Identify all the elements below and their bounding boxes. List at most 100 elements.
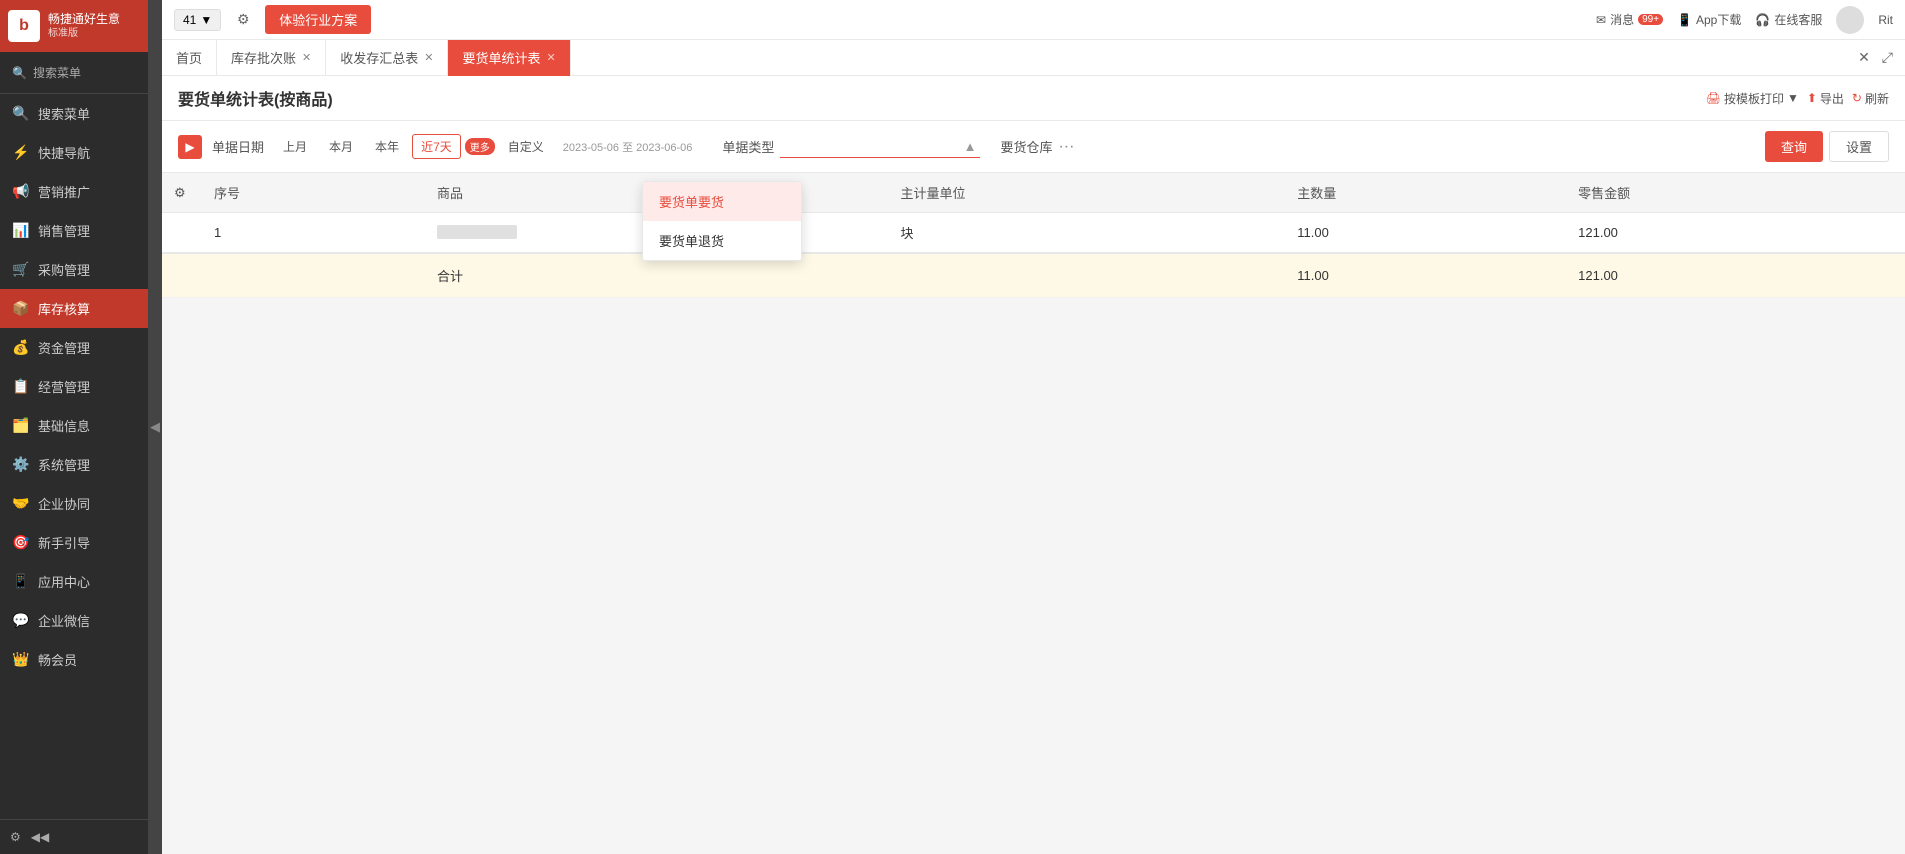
- warehouse-filter-label: 要货仓库: [1000, 137, 1052, 156]
- type-filter-select[interactable]: ▲: [780, 136, 980, 158]
- date-last-month-button[interactable]: 上月: [274, 134, 316, 159]
- sidebar-item-quicknav[interactable]: ⚡快捷导航: [0, 133, 148, 172]
- tab-home[interactable]: 首页: [162, 40, 217, 76]
- refresh-icon: ↻: [1852, 91, 1862, 105]
- print-button[interactable]: 🖨 按模板打印 ▼: [1706, 90, 1799, 107]
- topbar-settings-button[interactable]: ⚙: [229, 6, 257, 34]
- dropdown-item-return[interactable]: 要货单退货: [643, 221, 801, 260]
- dropdown-item-order[interactable]: 要货单要货: [643, 182, 801, 221]
- col-unit: 主计量单位: [889, 173, 1286, 213]
- date-custom-button[interactable]: 自定义: [499, 134, 553, 159]
- tab-label: 首页: [176, 48, 202, 67]
- sidebar-item-apps[interactable]: 📱应用中心: [0, 562, 148, 601]
- main-area: 41 ▼ ⚙ 体验行业方案 ✉ 消息 99+ 📱 App下载 🎧 在线客服: [162, 0, 1905, 854]
- tab-switcher[interactable]: 41 ▼: [174, 9, 221, 31]
- apps-icon: 📱: [12, 573, 30, 590]
- sidebar-item-label: 资金管理: [38, 338, 90, 357]
- warehouse-more-button[interactable]: ···: [1058, 138, 1074, 156]
- search-icon: 🔍: [12, 66, 27, 80]
- page-content: 要货单统计表(按商品) 🖨 按模板打印 ▼ ⬆ 导出 ↻ 刷新: [162, 76, 1905, 854]
- warehouse-filter-group: 要货仓库 ···: [1000, 137, 1074, 156]
- tab-label: 收发存汇总表: [340, 48, 418, 67]
- topbar-right: ✉ 消息 99+ 📱 App下载 🎧 在线客服 Rit: [1596, 6, 1893, 34]
- tabs-actions: ✕ ⤢: [1846, 45, 1905, 70]
- row-quantity-cell: 11.00: [1285, 213, 1566, 254]
- enterprise-icon: 🤝: [12, 495, 30, 512]
- refresh-button[interactable]: ↻ 刷新: [1852, 90, 1889, 107]
- tab-close-icon[interactable]: ✕: [424, 51, 433, 64]
- collapse-button[interactable]: ◀◀: [31, 830, 49, 844]
- expand-tab-button[interactable]: ⤢: [1878, 45, 1897, 70]
- sidebar-item-label: 采购管理: [38, 260, 90, 279]
- col-amount: 零售金额: [1566, 173, 1905, 213]
- sidebar-item-inventory[interactable]: 📦 库存核算: [0, 289, 148, 328]
- app-download-button[interactable]: 📱 App下载: [1677, 11, 1741, 28]
- sidebar-item-label: 经营管理: [38, 377, 90, 396]
- phone-icon: 📱: [1677, 13, 1692, 27]
- sidebar-item-marketing[interactable]: 📢营销推广: [0, 172, 148, 211]
- message-icon: ✉: [1596, 13, 1606, 27]
- sidebar-item-wechat[interactable]: 💬企业微信: [0, 601, 148, 640]
- app-logo: b: [8, 10, 40, 42]
- member-icon: 👑: [12, 651, 30, 668]
- date-filter-label: 单据日期: [212, 137, 264, 156]
- quicknav-icon: ⚡: [12, 144, 30, 161]
- date-this-month-button[interactable]: 本月: [320, 134, 362, 159]
- sales-icon: 📊: [12, 222, 30, 239]
- online-service-button[interactable]: 🎧 在线客服: [1755, 11, 1822, 28]
- table-header-row: ⚙ 序号 商品 主计量单位 主数量 零售金额: [162, 173, 1905, 213]
- sidebar-collapse-handle[interactable]: ◀: [148, 0, 162, 854]
- sidebar-item-guide[interactable]: 🎯新手引导: [0, 523, 148, 562]
- tab-receive_summary[interactable]: 收发存汇总表 ✕: [326, 40, 448, 76]
- chevron-down-icon: ▼: [200, 13, 212, 27]
- sidebar-item-sales[interactable]: 📊销售管理: [0, 211, 148, 250]
- sidebar-item-operations[interactable]: 📋 经营管理: [0, 367, 148, 406]
- table-row: 1 块 11.00 121.00: [162, 213, 1905, 254]
- message-button[interactable]: ✉ 消息 99+: [1596, 11, 1663, 28]
- system-icon: ⚙️: [12, 456, 30, 473]
- date-this-year-button[interactable]: 本年: [366, 134, 408, 159]
- user-avatar[interactable]: [1836, 6, 1864, 34]
- close-tab-button[interactable]: ✕: [1854, 45, 1874, 70]
- tab-close-icon[interactable]: ✕: [302, 51, 311, 64]
- tab-inventory_batch[interactable]: 库存批次账✕: [217, 40, 326, 76]
- filter-expand-button[interactable]: ▶: [178, 135, 202, 159]
- trial-button[interactable]: 体验行业方案: [265, 5, 371, 34]
- chevron-up-icon[interactable]: ▲: [964, 139, 977, 154]
- date-last-7-days-button[interactable]: 近7天: [412, 134, 461, 159]
- inventory-icon: 📦: [12, 300, 30, 317]
- tab-close-icon[interactable]: ✕: [547, 51, 556, 64]
- sidebar-item-label: 畅会员: [38, 650, 77, 669]
- sidebar-item-search[interactable]: 🔍搜索菜单: [0, 94, 148, 133]
- export-button[interactable]: ⬆ 导出: [1807, 90, 1844, 107]
- row-unit-cell: 块: [889, 213, 1286, 254]
- search-menu-button[interactable]: 🔍 搜索菜单: [8, 60, 140, 85]
- sidebar-header: b 畅捷通好生意 标准版: [0, 0, 148, 52]
- finance-icon: 💰: [12, 339, 30, 356]
- guide-icon: 🎯: [12, 534, 30, 551]
- col-index: 序号: [202, 173, 425, 213]
- query-button[interactable]: 查询: [1765, 131, 1823, 162]
- footer-amount-cell: 121.00: [1566, 253, 1905, 298]
- sidebar-item-label: 系统管理: [38, 455, 90, 474]
- sidebar-item-member[interactable]: 👑 畅会员: [0, 640, 148, 679]
- table-footer-row: 合计 11.00 121.00: [162, 253, 1905, 298]
- filter-settings-button[interactable]: 设置: [1829, 131, 1889, 162]
- headset-icon: 🎧: [1755, 13, 1770, 27]
- sidebar-item-basic[interactable]: 🗂️基础信息: [0, 406, 148, 445]
- row-index-cell: 1: [202, 213, 425, 254]
- tab-order_stats[interactable]: 要货单统计表✕: [448, 40, 570, 76]
- settings-footer-button[interactable]: ⚙: [10, 830, 21, 844]
- type-filter-input[interactable]: [784, 139, 963, 154]
- sidebar-item-label: 营销推广: [38, 182, 90, 201]
- product-blurred-text: [437, 225, 517, 239]
- sidebar-item-system[interactable]: ⚙️ 系统管理: [0, 445, 148, 484]
- sidebar-nav: 🔍搜索菜单⚡快捷导航📢营销推广📊销售管理🛒采购管理 📦 库存核算 💰 资金管理 📋 经营管理…: [0, 94, 148, 819]
- sidebar-item-label: 库存核算: [38, 299, 90, 318]
- operations-icon: 📋: [12, 378, 30, 395]
- chevron-down-icon: ▼: [1787, 91, 1799, 105]
- sidebar-item-purchase[interactable]: 🛒采购管理: [0, 250, 148, 289]
- sidebar-item-finance[interactable]: 💰 资金管理: [0, 328, 148, 367]
- sidebar-item-enterprise[interactable]: 🤝企业协同: [0, 484, 148, 523]
- sidebar-search[interactable]: 🔍 搜索菜单: [0, 52, 148, 94]
